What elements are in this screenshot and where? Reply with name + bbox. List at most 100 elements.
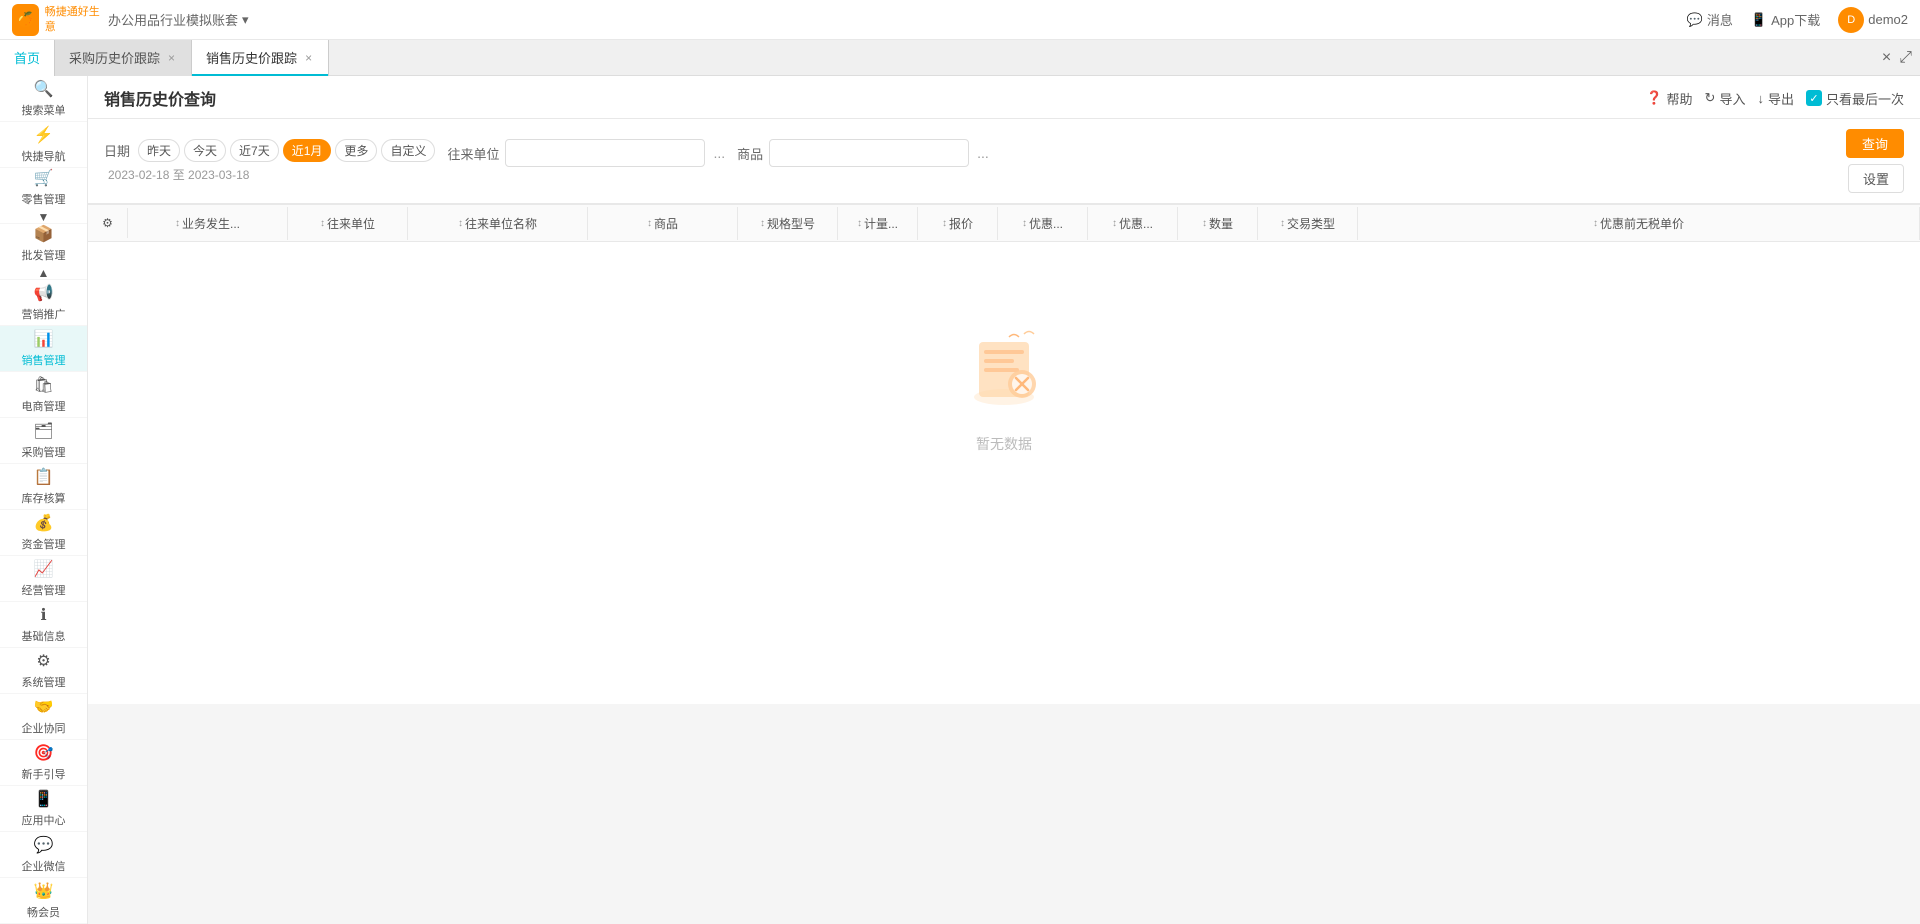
wholesale-collapse-icon: ▲	[38, 266, 50, 280]
th-notax-label: 优惠前无税单价	[1600, 215, 1684, 232]
avatar: D	[1838, 7, 1864, 33]
sidebar-item-enterprise[interactable]: 🤝 企业协同	[0, 694, 87, 740]
import-button[interactable]: ↻ 导入	[1705, 89, 1746, 108]
help-label: 帮助	[1667, 89, 1693, 108]
th-quote[interactable]: ↕ 报价	[918, 207, 998, 240]
date-buttons: 昨天 今天 近7天 近1月 更多 自定义	[138, 139, 435, 162]
sidebar-purchase-label: 采购管理	[22, 444, 66, 460]
partner-filter-label: 往来单位	[447, 144, 499, 163]
logo-icon: 🍊	[12, 4, 39, 36]
app-download-label: App下载	[1771, 10, 1820, 29]
download-icon: 📱	[1751, 12, 1767, 28]
sidebar-item-operations[interactable]: 📈 经营管理	[0, 556, 87, 602]
th-notax-price[interactable]: ↕ 优惠前无税单价	[1358, 207, 1920, 240]
sidebar-item-sales[interactable]: 📊 销售管理	[0, 326, 87, 372]
th-partner-code[interactable]: ↕ 往来单位	[288, 207, 408, 240]
partner-input[interactable]	[505, 139, 705, 167]
sort-discount2-icon: ↕	[1112, 218, 1117, 229]
tab-purchase[interactable]: 采购历史价跟踪 ×	[55, 40, 192, 76]
sidebar-item-search[interactable]: 🔍 搜索菜单	[0, 76, 87, 122]
sort-trade-icon: ↕	[1280, 218, 1285, 229]
help-icon: ❓	[1646, 90, 1662, 106]
tab-sales[interactable]: 销售历史价跟踪 ×	[192, 40, 329, 76]
import-label: 导入	[1719, 89, 1745, 108]
th-qty[interactable]: ↕ 数量	[1178, 207, 1258, 240]
sidebar: 🔍 搜索菜单 ⚡ 快捷导航 🛒 零售管理 ▼ 📦 批发管理 ▲ 📢 营销推广 📊…	[0, 76, 88, 924]
sidebar-item-shortcuts[interactable]: ⚡ 快捷导航	[0, 122, 87, 168]
sidebar-item-wechat[interactable]: 💬 企业微信	[0, 832, 87, 878]
th-partner-name-label: 往来单位名称	[465, 215, 537, 232]
inventory-icon: 📋	[34, 467, 54, 487]
sidebar-item-retail[interactable]: 🛒 零售管理 ▼	[0, 168, 87, 224]
sidebar-item-marketing[interactable]: 📢 营销推广	[0, 280, 87, 326]
sidebar-item-purchase[interactable]: 🗂 采购管理	[0, 418, 87, 464]
wholesale-icon: 📦	[34, 224, 54, 244]
date-today-btn[interactable]: 今天	[184, 139, 226, 162]
date-yesterday-btn[interactable]: 昨天	[138, 139, 180, 162]
ecommerce-icon: 🛍	[33, 375, 53, 395]
sidebar-item-basic[interactable]: ℹ 基础信息	[0, 602, 87, 648]
date-7days-btn[interactable]: 近7天	[230, 139, 279, 162]
message-button[interactable]: 💬 消息	[1687, 10, 1733, 29]
goods-input[interactable]	[769, 139, 969, 167]
th-qty-label: 数量	[1209, 215, 1233, 232]
import-icon: ↻	[1705, 90, 1716, 106]
export-button[interactable]: ↓ 导出	[1757, 89, 1794, 108]
sort-asc-icon: ↕	[175, 218, 180, 229]
sidebar-item-wholesale[interactable]: 📦 批发管理 ▲	[0, 224, 87, 280]
th-settings[interactable]: ⚙	[88, 208, 128, 238]
content-area: ⚙ ↕ 业务发生... ↕ 往来单位 ↕ 往来单位名称 ↕ 商品	[88, 204, 1920, 704]
th-discount1[interactable]: ↕ 优惠...	[998, 207, 1088, 240]
date-custom-btn[interactable]: 自定义	[381, 139, 435, 162]
sidebar-item-ecommerce[interactable]: 🛍 电商管理	[0, 372, 87, 418]
sidebar-system-label: 系统管理	[22, 674, 66, 690]
partner-more-icon[interactable]: ...	[713, 145, 725, 161]
th-unit[interactable]: ↕ 计量...	[838, 207, 918, 240]
sidebar-item-appstore[interactable]: 📱 应用中心	[0, 786, 87, 832]
th-spec[interactable]: ↕ 规格型号	[738, 207, 838, 240]
page-header: 销售历史价查询 ❓ 帮助 ↻ 导入 ↓ 导出 ✓ 只看最后一次	[88, 76, 1920, 119]
sidebar-item-inventory[interactable]: 📋 库存核算	[0, 464, 87, 510]
sort-qty-icon: ↕	[1202, 218, 1207, 229]
goods-more-icon[interactable]: ...	[977, 145, 989, 161]
th-trade-type[interactable]: ↕ 交易类型	[1258, 207, 1358, 240]
only-last-checkbox[interactable]: ✓ 只看最后一次	[1806, 89, 1904, 108]
workspace-dropdown[interactable]: 办公用品行业模拟账套 ▾	[108, 10, 253, 29]
tab-sales-close[interactable]: ×	[303, 50, 314, 66]
th-partner-name[interactable]: ↕ 往来单位名称	[408, 207, 588, 240]
date-1month-btn[interactable]: 近1月	[283, 139, 332, 162]
th-partner-label: 往来单位	[327, 215, 375, 232]
topbar: 🍊 畅捷通好生意 办公用品行业模拟账套 ▾ 💬 消息 📱 App下载 D dem…	[0, 0, 1920, 40]
date-more-btn[interactable]: 更多	[335, 139, 377, 162]
sidebar-item-system[interactable]: ⚙ 系统管理	[0, 648, 87, 694]
sort-discount1-icon: ↕	[1022, 218, 1027, 229]
sidebar-item-newbie[interactable]: 🎯 新手引导	[0, 740, 87, 786]
filter-actions: 查询 设置	[1846, 129, 1904, 193]
close-all-tabs-button[interactable]: ×	[1882, 49, 1891, 67]
sidebar-marketing-label: 营销推广	[22, 306, 66, 322]
sidebar-item-finance[interactable]: 💰 资金管理	[0, 510, 87, 556]
th-discount2[interactable]: ↕ 优惠...	[1088, 207, 1178, 240]
help-button[interactable]: ❓ 帮助	[1646, 89, 1692, 108]
newbie-icon: 🎯	[34, 743, 54, 763]
logo: 🍊 畅捷通好生意	[12, 4, 100, 36]
tab-purchase-close[interactable]: ×	[166, 50, 177, 66]
th-goods[interactable]: ↕ 商品	[588, 207, 738, 240]
query-button[interactable]: 查询	[1846, 129, 1904, 158]
fullscreen-button[interactable]: ⤢	[1899, 49, 1912, 67]
filter-settings-button[interactable]: 设置	[1848, 164, 1904, 193]
tabbar-actions: × ⤢	[1882, 49, 1920, 67]
sidebar-wechat-label: 企业微信	[22, 858, 66, 874]
sidebar-shortcuts-label: 快捷导航	[22, 148, 66, 164]
sidebar-item-member[interactable]: 👑 畅会员	[0, 878, 87, 924]
app-download-button[interactable]: 📱 App下载	[1751, 10, 1820, 29]
th-business-date[interactable]: ↕ 业务发生...	[128, 207, 288, 240]
topbar-right: 💬 消息 📱 App下载 D demo2	[1687, 7, 1908, 33]
appstore-icon: 📱	[34, 789, 54, 809]
sidebar-basic-label: 基础信息	[22, 628, 66, 644]
sales-icon: 📊	[34, 329, 54, 349]
sort-spec-icon: ↕	[760, 218, 765, 229]
empty-icon	[954, 322, 1054, 422]
user-menu[interactable]: D demo2	[1838, 7, 1908, 33]
tab-home[interactable]: 首页	[0, 40, 55, 76]
